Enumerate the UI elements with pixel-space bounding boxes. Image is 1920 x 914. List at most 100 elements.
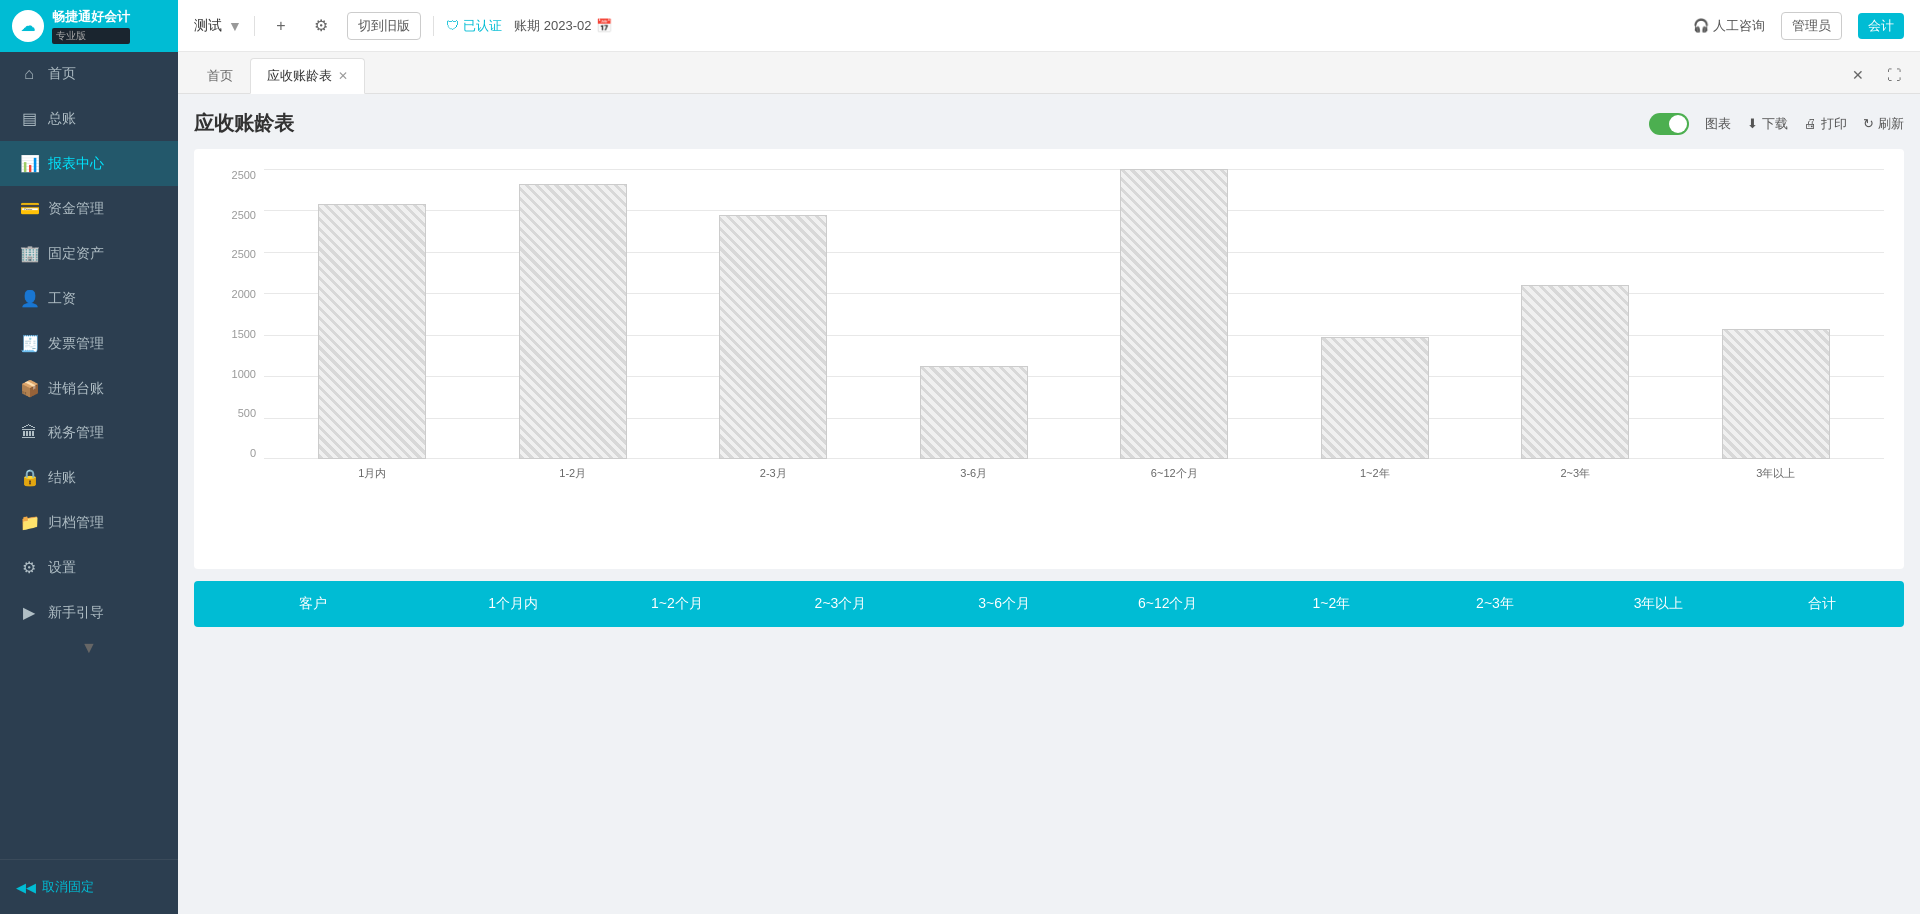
topbar-settings-icon: ⚙ bbox=[314, 16, 328, 35]
capital-icon: 💳 bbox=[20, 199, 38, 218]
sidebar-item-guide[interactable]: ▶ 新手引导 bbox=[0, 590, 178, 635]
tax-icon: 🏛 bbox=[20, 424, 38, 442]
logo-text-block: 畅捷通好会计 专业版 bbox=[52, 8, 130, 44]
service-icon: 🎧 bbox=[1693, 18, 1709, 33]
page-title: 应收账龄表 bbox=[194, 110, 294, 137]
bar-3年以上 bbox=[1722, 329, 1830, 460]
sidebar-item-close[interactable]: 🔒 结账 bbox=[0, 455, 178, 500]
payroll-icon: 👤 bbox=[20, 289, 38, 308]
sidebar-item-settings[interactable]: ⚙ 设置 bbox=[0, 545, 178, 590]
tab-expand-button[interactable]: ⛶ bbox=[1880, 61, 1908, 89]
table-container: 客户 1个月内 1~2个月 2~3个月 3~6个月 6~12个月 1~2年 2~… bbox=[194, 581, 1904, 627]
bar-group-3: 2-3月 bbox=[675, 169, 872, 459]
cancel-fixed-button[interactable]: ◀◀ 取消固定 bbox=[0, 870, 178, 904]
sidebar-item-tax[interactable]: 🏛 税务管理 bbox=[0, 411, 178, 455]
sidebar-item-reports[interactable]: 📊 报表中心 bbox=[0, 141, 178, 186]
download-button[interactable]: ⬇ 下载 bbox=[1747, 115, 1788, 133]
bar-2-3年 bbox=[1521, 285, 1629, 459]
sidebar-item-payroll[interactable]: 👤 工资 bbox=[0, 276, 178, 321]
download-label: 下载 bbox=[1762, 115, 1788, 133]
print-icon: 🖨 bbox=[1804, 116, 1817, 131]
cancel-fixed-label: 取消固定 bbox=[42, 878, 94, 896]
shield-icon: 🛡 bbox=[446, 18, 459, 33]
topbar-settings-button[interactable]: ⚙ bbox=[307, 12, 335, 40]
sidebar-item-invoice[interactable]: 🧾 发票管理 bbox=[0, 321, 178, 366]
bar-group-4: 3-6月 bbox=[876, 169, 1073, 459]
sidebar-label-payroll: 工资 bbox=[48, 290, 76, 308]
chart-toggle-label: 图表 bbox=[1705, 115, 1731, 133]
sidebar-item-home[interactable]: ⌂ 首页 bbox=[0, 52, 178, 96]
certified-badge: 🛡 已认证 bbox=[446, 17, 502, 35]
admin-button[interactable]: 管理员 bbox=[1781, 12, 1842, 40]
th-2-3year: 2~3年 bbox=[1413, 581, 1577, 627]
bars-container: 1月内 1-2月 2-3月 3-6月 bbox=[264, 169, 1884, 459]
topbar-separator-1 bbox=[254, 16, 255, 36]
y-label-2000: 2000 bbox=[232, 288, 256, 300]
bar-label-1月内: 1月内 bbox=[358, 466, 386, 481]
settings-icon: ⚙ bbox=[20, 558, 38, 577]
close-books-icon: 🔒 bbox=[20, 468, 38, 487]
scroll-down-arrow[interactable]: ▼ bbox=[0, 635, 178, 661]
table-header: 客户 1个月内 1~2个月 2~3个月 3~6个月 6~12个月 1~2年 2~… bbox=[194, 581, 1904, 627]
service-label: 人工咨询 bbox=[1713, 17, 1765, 35]
th-3-6month: 3~6个月 bbox=[922, 581, 1086, 627]
bar-group-7: 2~3年 bbox=[1477, 169, 1674, 459]
y-label-2500a: 2500 bbox=[232, 169, 256, 181]
sidebar-label-settings: 设置 bbox=[48, 559, 76, 577]
logo-badge: 专业版 bbox=[52, 28, 130, 44]
tab-close-icon[interactable]: ✕ bbox=[338, 70, 348, 82]
content-area: 应收账龄表 图表 ⬇ 下载 🖨 打印 ↻ 刷新 bbox=[178, 94, 1920, 914]
bar-6-12月 bbox=[1120, 169, 1228, 459]
sidebar-item-capital[interactable]: 💳 资金管理 bbox=[0, 186, 178, 231]
add-button[interactable]: + bbox=[267, 12, 295, 40]
ledger-icon: ▤ bbox=[20, 109, 38, 128]
sidebar-scroll: ⌂ 首页 ▤ 总账 📊 报表中心 💳 资金管理 🏢 固定资产 👤 工资 🧾 发票… bbox=[0, 52, 178, 859]
reports-icon: 📊 bbox=[20, 154, 38, 173]
bar-1月内 bbox=[318, 204, 426, 459]
period-display: 账期 2023-02 📅 bbox=[514, 17, 612, 35]
tab-close-window-button[interactable]: ✕ bbox=[1844, 61, 1872, 89]
y-label-500: 500 bbox=[238, 407, 256, 419]
bar-group-6: 1~2年 bbox=[1277, 169, 1474, 459]
role-label: 会计 bbox=[1868, 18, 1894, 33]
page-actions: 图表 ⬇ 下载 🖨 打印 ↻ 刷新 bbox=[1649, 113, 1904, 135]
main-area: 测试 ▼ + ⚙ 切到旧版 🛡 已认证 账期 2023-02 📅 🎧 人工咨询 bbox=[178, 0, 1920, 914]
chart-toggle[interactable] bbox=[1649, 113, 1689, 135]
print-button[interactable]: 🖨 打印 bbox=[1804, 115, 1847, 133]
bar-chart: 2500 2500 2500 2000 1500 1000 500 0 1月内 bbox=[214, 169, 1884, 489]
bar-label-2-3月: 2-3月 bbox=[760, 466, 787, 481]
sidebar-label-invoice: 发票管理 bbox=[48, 335, 104, 353]
tab-home-label: 首页 bbox=[207, 67, 233, 85]
period-text: 账期 bbox=[514, 17, 540, 35]
sidebar-item-inventory[interactable]: 📦 进销台账 bbox=[0, 366, 178, 411]
download-icon: ⬇ bbox=[1747, 116, 1758, 131]
th-1month: 1个月内 bbox=[431, 581, 595, 627]
project-selector[interactable]: 测试 ▼ bbox=[194, 17, 242, 35]
sidebar-label-general-ledger: 总账 bbox=[48, 110, 76, 128]
sidebar-label-inventory: 进销台账 bbox=[48, 380, 104, 398]
tab-home[interactable]: 首页 bbox=[190, 58, 250, 93]
archive-icon: 📁 bbox=[20, 513, 38, 532]
topbar: 测试 ▼ + ⚙ 切到旧版 🛡 已认证 账期 2023-02 📅 🎧 人工咨询 bbox=[178, 0, 1920, 52]
chart-container: 2500 2500 2500 2000 1500 1000 500 0 1月内 bbox=[194, 149, 1904, 569]
sidebar-item-fixed-assets[interactable]: 🏢 固定资产 bbox=[0, 231, 178, 276]
refresh-label: 刷新 bbox=[1878, 115, 1904, 133]
old-version-button[interactable]: 切到旧版 bbox=[347, 12, 421, 40]
th-6-12month: 6~12个月 bbox=[1086, 581, 1250, 627]
bar-1-2年 bbox=[1321, 337, 1429, 459]
sidebar-item-general-ledger[interactable]: ▤ 总账 bbox=[0, 96, 178, 141]
bar-1-2月 bbox=[519, 184, 627, 460]
y-label-0: 0 bbox=[250, 447, 256, 459]
y-label-2500c: 2500 bbox=[232, 248, 256, 260]
guide-icon: ▶ bbox=[20, 603, 38, 622]
sidebar-item-archive[interactable]: 📁 归档管理 bbox=[0, 500, 178, 545]
th-1-2month: 1~2个月 bbox=[595, 581, 759, 627]
sidebar-label-close: 结账 bbox=[48, 469, 76, 487]
th-total: 合计 bbox=[1740, 581, 1904, 627]
calendar-icon[interactable]: 📅 bbox=[596, 18, 612, 33]
refresh-button[interactable]: ↻ 刷新 bbox=[1863, 115, 1904, 133]
fixed-assets-icon: 🏢 bbox=[20, 244, 38, 263]
topbar-right: 🎧 人工咨询 管理员 会计 bbox=[1693, 12, 1904, 40]
service-button[interactable]: 🎧 人工咨询 bbox=[1693, 17, 1765, 35]
tab-ar-aging[interactable]: 应收账龄表 ✕ bbox=[250, 58, 365, 94]
